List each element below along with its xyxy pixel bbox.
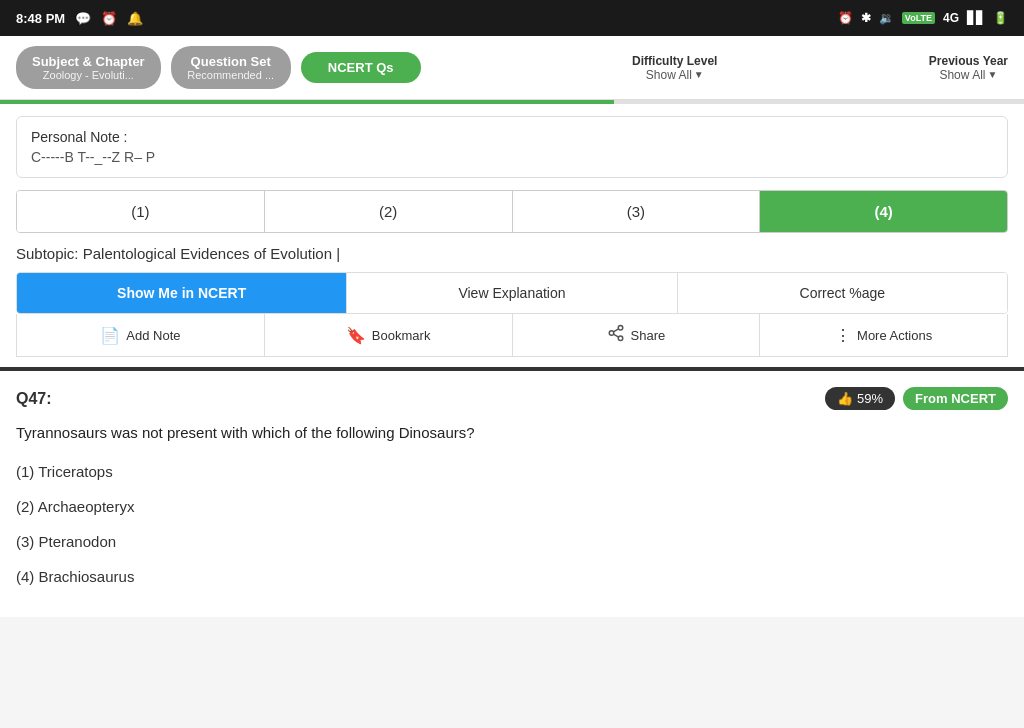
clock-icon: ⏰ [101,11,117,26]
status-left: 8:48 PM 💬 ⏰ 🔔 [16,11,143,26]
battery-icon: 🔋 [993,11,1008,25]
prev-year-chevron: ▼ [987,69,997,80]
note-label: Personal Note : [31,129,993,145]
more-actions-label: More Actions [857,328,932,343]
difficulty-filter[interactable]: Difficulty Level Show All ▼ [632,54,717,82]
subtopic: Subtopic: Palentological Evidences of Ev… [16,245,1008,262]
difficulty-label: Difficulty Level [632,54,717,68]
bookmark-label: Bookmark [372,328,431,343]
question-badges: 👍 59% From NCERT [825,387,1008,410]
progress-bar-area [0,100,1024,104]
personal-note: Personal Note : C-----B T--_--Z R– P [16,116,1008,178]
question-set-line2: Recommended ... [187,69,275,81]
more-actions-icon: ⋮ [835,326,851,345]
likes-badge: 👍 59% [825,387,895,410]
svg-line-4 [613,329,618,332]
svg-line-3 [613,334,618,337]
prev-year-filter[interactable]: Previous Year Show All ▼ [929,54,1008,82]
question-text: Tyrannosaurs was not present with which … [16,422,1008,445]
alarm-icon: ⏰ [838,11,853,25]
share-icon [607,324,625,346]
option-4[interactable]: (4) Brachiosaurus [16,566,1008,587]
answer-option-3[interactable]: (3) [513,191,761,232]
signal-bars: ▋▋ [967,11,985,25]
share-label: Share [631,328,666,343]
signal-text: 4G [943,11,959,25]
add-note-icon: 📄 [100,326,120,345]
notification-icon: 🔔 [127,11,143,26]
ncert-qs-line1: NCERT Qs [317,60,405,75]
option-2[interactable]: (2) Archaeopteryx [16,496,1008,517]
question-header: Q47: 👍 59% From NCERT [16,387,1008,410]
difficulty-chevron: ▼ [694,69,704,80]
show-ncert-tab[interactable]: Show Me in NCERT [17,273,347,313]
question-card: Q47: 👍 59% From NCERT Tyrannosaurs was n… [0,367,1024,617]
share-button[interactable]: Share [513,314,761,356]
answer-option-4[interactable]: (4) [760,191,1007,232]
answer-options: (1) (2) (3) (4) [16,190,1008,233]
answer-option-2[interactable]: (2) [265,191,513,232]
difficulty-value: Show All ▼ [646,68,704,82]
subject-chapter-line2: Zoology - Evoluti... [32,69,145,81]
option-1[interactable]: (1) Triceratops [16,461,1008,482]
bookmark-icon: 🔖 [346,326,366,345]
add-note-label: Add Note [126,328,180,343]
volte-badge: VoLTE [902,12,935,24]
whatsapp-icon: 💬 [75,11,91,26]
add-note-button[interactable]: 📄 Add Note [17,314,265,356]
volume-icon: 🔉 [879,11,894,25]
progress-fill [0,100,614,104]
bookmark-button[interactable]: 🔖 Bookmark [265,314,513,356]
answer-option-1[interactable]: (1) [17,191,265,232]
option-3[interactable]: (3) Pteranodon [16,531,1008,552]
subject-chapter-pill[interactable]: Subject & Chapter Zoology - Evoluti... [16,46,161,89]
question-number: Q47: [16,390,52,408]
bluetooth-icon: ✱ [861,11,871,25]
content-area: Personal Note : C-----B T--_--Z R– P (1)… [0,100,1024,617]
svg-point-2 [618,336,623,341]
note-content: C-----B T--_--Z R– P [31,149,993,165]
status-right: ⏰ ✱ 🔉 VoLTE 4G ▋▋ 🔋 [838,11,1008,25]
prev-year-value: Show All ▼ [939,68,997,82]
svg-point-0 [618,326,623,331]
ncert-badge: From NCERT [903,387,1008,410]
prev-year-label: Previous Year [929,54,1008,68]
subject-chapter-line1: Subject & Chapter [32,54,145,69]
status-bar: 8:48 PM 💬 ⏰ 🔔 ⏰ ✱ 🔉 VoLTE 4G ▋▋ 🔋 [0,0,1024,36]
more-actions-button[interactable]: ⋮ More Actions [760,314,1007,356]
top-nav: Subject & Chapter Zoology - Evoluti... Q… [0,36,1024,100]
time-display: 8:48 PM [16,11,65,26]
view-explanation-tab[interactable]: View Explanation [347,273,677,313]
ncert-qs-pill[interactable]: NCERT Qs [301,52,421,83]
svg-point-1 [609,331,614,336]
action-tabs: Show Me in NCERT View Explanation Correc… [16,272,1008,314]
question-set-line1: Question Set [187,54,275,69]
question-set-pill[interactable]: Question Set Recommended ... [171,46,291,89]
bottom-actions: 📄 Add Note 🔖 Bookmark Share ⋮ More Actio… [16,314,1008,357]
correct-pct-tab[interactable]: Correct %age [678,273,1007,313]
